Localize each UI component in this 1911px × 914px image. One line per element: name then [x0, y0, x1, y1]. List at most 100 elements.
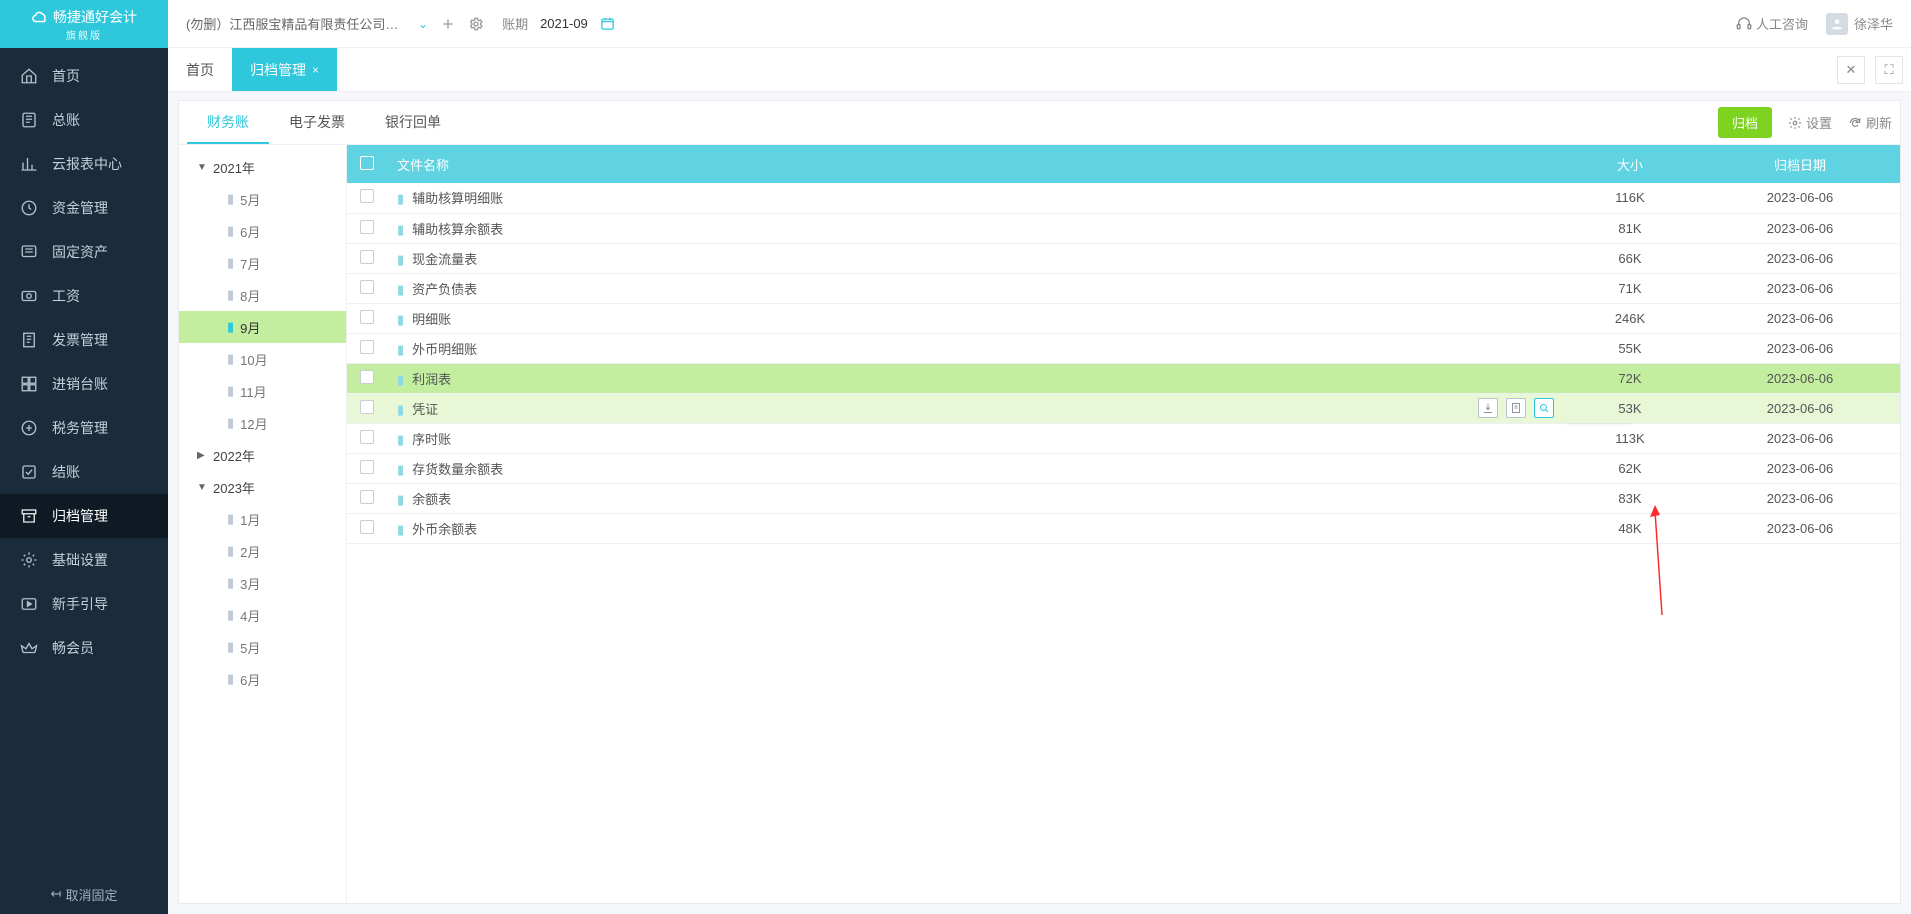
- row-checkbox[interactable]: [360, 250, 374, 264]
- nav-salary[interactable]: 工资: [0, 274, 168, 318]
- calendar-icon[interactable]: [600, 16, 615, 31]
- close-icon[interactable]: ✕: [1837, 56, 1865, 84]
- month-label: 1月: [240, 510, 260, 529]
- table-row[interactable]: ▮明细账246K2023-06-06: [347, 303, 1900, 333]
- user-menu[interactable]: 徐泽华: [1826, 13, 1893, 35]
- nav-fund[interactable]: 资金管理: [0, 186, 168, 230]
- archive-button[interactable]: 归档: [1718, 107, 1772, 138]
- row-checkbox[interactable]: [360, 340, 374, 354]
- nav-stock[interactable]: 进销台账: [0, 362, 168, 406]
- row-checkbox[interactable]: [360, 189, 374, 203]
- nav-close[interactable]: 结账: [0, 450, 168, 494]
- tree-month[interactable]: ▮7月: [179, 247, 346, 279]
- table-row[interactable]: ▮现金流量表66K2023-06-06: [347, 243, 1900, 273]
- nav-home[interactable]: 首页: [0, 54, 168, 98]
- file-size: 72K: [1560, 363, 1700, 393]
- nav-tax[interactable]: 税务管理: [0, 406, 168, 450]
- company-selector[interactable]: (勿删）江西服宝精品有限责任公司（...: [186, 14, 406, 33]
- tree-month[interactable]: ▮12月: [179, 407, 346, 439]
- table-row[interactable]: ▮序时账113K2023-06-06: [347, 423, 1900, 453]
- close-icon[interactable]: ×: [312, 63, 319, 77]
- table-row[interactable]: ▮资产负债表71K2023-06-06: [347, 273, 1900, 303]
- view-pdf-icon[interactable]: PDF查看: [1534, 398, 1554, 418]
- subtab-电子发票[interactable]: 电子发票: [269, 101, 365, 144]
- settings-label: 设置: [1806, 113, 1832, 132]
- tab-首页[interactable]: 首页: [168, 48, 232, 91]
- file-name: 余额表: [412, 492, 451, 507]
- nav-invoice[interactable]: 发票管理: [0, 318, 168, 362]
- folder-icon: ▮: [227, 383, 234, 399]
- select-all-checkbox[interactable]: [360, 156, 374, 170]
- table-row[interactable]: ▮存货数量余额表62K2023-06-06: [347, 453, 1900, 483]
- tree-year[interactable]: ▼2023年: [179, 471, 346, 503]
- tree-month[interactable]: ▮ 11月: [179, 375, 346, 407]
- play-icon: [20, 595, 38, 613]
- brand-name: 畅捷通好会计: [53, 7, 137, 27]
- tree-year[interactable]: ▼2021年: [179, 151, 346, 183]
- subtab-财务账[interactable]: 财务账: [187, 101, 269, 144]
- period-value[interactable]: 2021-09: [540, 16, 588, 31]
- download-pdf-icon[interactable]: [1506, 398, 1526, 418]
- tree-month[interactable]: ▮10月: [179, 343, 346, 375]
- row-checkbox[interactable]: [360, 430, 374, 444]
- fullscreen-icon[interactable]: ⛶: [1875, 56, 1903, 84]
- tree-year[interactable]: ▶2022年: [179, 439, 346, 471]
- table-row[interactable]: ▮凭证PDF查看53K2023-06-06: [347, 393, 1900, 423]
- refresh-button[interactable]: 刷新: [1848, 113, 1892, 132]
- tree-month[interactable]: ▮6月: [179, 663, 346, 695]
- tab-归档管理[interactable]: 归档管理×: [232, 48, 337, 91]
- tree-month[interactable]: ▮8月: [179, 279, 346, 311]
- file-date: 2023-06-06: [1700, 453, 1900, 483]
- row-checkbox[interactable]: [360, 220, 374, 234]
- settings-button[interactable]: 设置: [1788, 113, 1832, 132]
- nav-cloud-report[interactable]: 云报表中心: [0, 142, 168, 186]
- unpin-button[interactable]: ↤ 取消固定: [0, 874, 168, 914]
- row-checkbox[interactable]: [360, 280, 374, 294]
- tree-month[interactable]: ▮9月: [179, 311, 346, 343]
- consult-button[interactable]: 人工咨询: [1736, 14, 1808, 33]
- row-checkbox[interactable]: [360, 310, 374, 324]
- file-icon: ▮: [397, 492, 404, 507]
- nav-ledger[interactable]: 总账: [0, 98, 168, 142]
- home-icon: [20, 67, 38, 85]
- folder-icon: ▮: [227, 639, 234, 655]
- tree-month[interactable]: ▮3月: [179, 567, 346, 599]
- gear-icon[interactable]: [468, 16, 484, 32]
- row-checkbox[interactable]: [360, 490, 374, 504]
- row-checkbox[interactable]: [360, 520, 374, 534]
- file-date: 2023-06-06: [1700, 393, 1900, 423]
- tree-month[interactable]: ▮2月: [179, 535, 346, 567]
- month-label: 11月: [240, 382, 267, 401]
- table-row[interactable]: ▮余额表83K2023-06-06: [347, 483, 1900, 513]
- wallet-icon: [20, 199, 38, 217]
- subtab-银行回单[interactable]: 银行回单: [365, 101, 461, 144]
- nav-archive[interactable]: 归档管理: [0, 494, 168, 538]
- row-checkbox[interactable]: [360, 370, 374, 384]
- add-icon[interactable]: [440, 16, 456, 32]
- workspace-tabs: 首页归档管理× ✕ ⛶: [168, 48, 1911, 92]
- file-table: 文件名称 大小 归档日期 ▮辅助核算明细账116K2023-06-06▮辅助核算…: [347, 145, 1900, 903]
- tree-month[interactable]: ▮6月: [179, 215, 346, 247]
- table-row[interactable]: ▮辅助核算明细账116K2023-06-06: [347, 183, 1900, 213]
- table-row[interactable]: ▮辅助核算余额表81K2023-06-06: [347, 213, 1900, 243]
- tree-month[interactable]: ▮ 1月: [179, 503, 346, 535]
- tree-month[interactable]: ▮5月: [179, 631, 346, 663]
- nav-settings[interactable]: 基础设置: [0, 538, 168, 582]
- table-row[interactable]: ▮外币余额表48K2023-06-06: [347, 513, 1900, 543]
- chevron-down-icon[interactable]: ⌄: [418, 17, 428, 31]
- tree-month[interactable]: ▮5月: [179, 183, 346, 215]
- file-size: 116K: [1560, 183, 1700, 213]
- nav-label: 云报表中心: [52, 154, 122, 174]
- folder-icon: ▮: [227, 607, 234, 623]
- cloud-icon: [31, 8, 49, 26]
- table-row[interactable]: ▮外币明细账55K2023-06-06: [347, 333, 1900, 363]
- folder-icon: ▮: [227, 511, 234, 527]
- nav-fixed-asset[interactable]: 固定资产: [0, 230, 168, 274]
- nav-guide[interactable]: 新手引导: [0, 582, 168, 626]
- tree-month[interactable]: ▮4月: [179, 599, 346, 631]
- row-checkbox[interactable]: [360, 460, 374, 474]
- table-row[interactable]: ▮利润表72K2023-06-06: [347, 363, 1900, 393]
- row-checkbox[interactable]: [360, 400, 374, 414]
- nav-member[interactable]: 畅会员: [0, 626, 168, 670]
- download-excel-icon[interactable]: [1478, 398, 1498, 418]
